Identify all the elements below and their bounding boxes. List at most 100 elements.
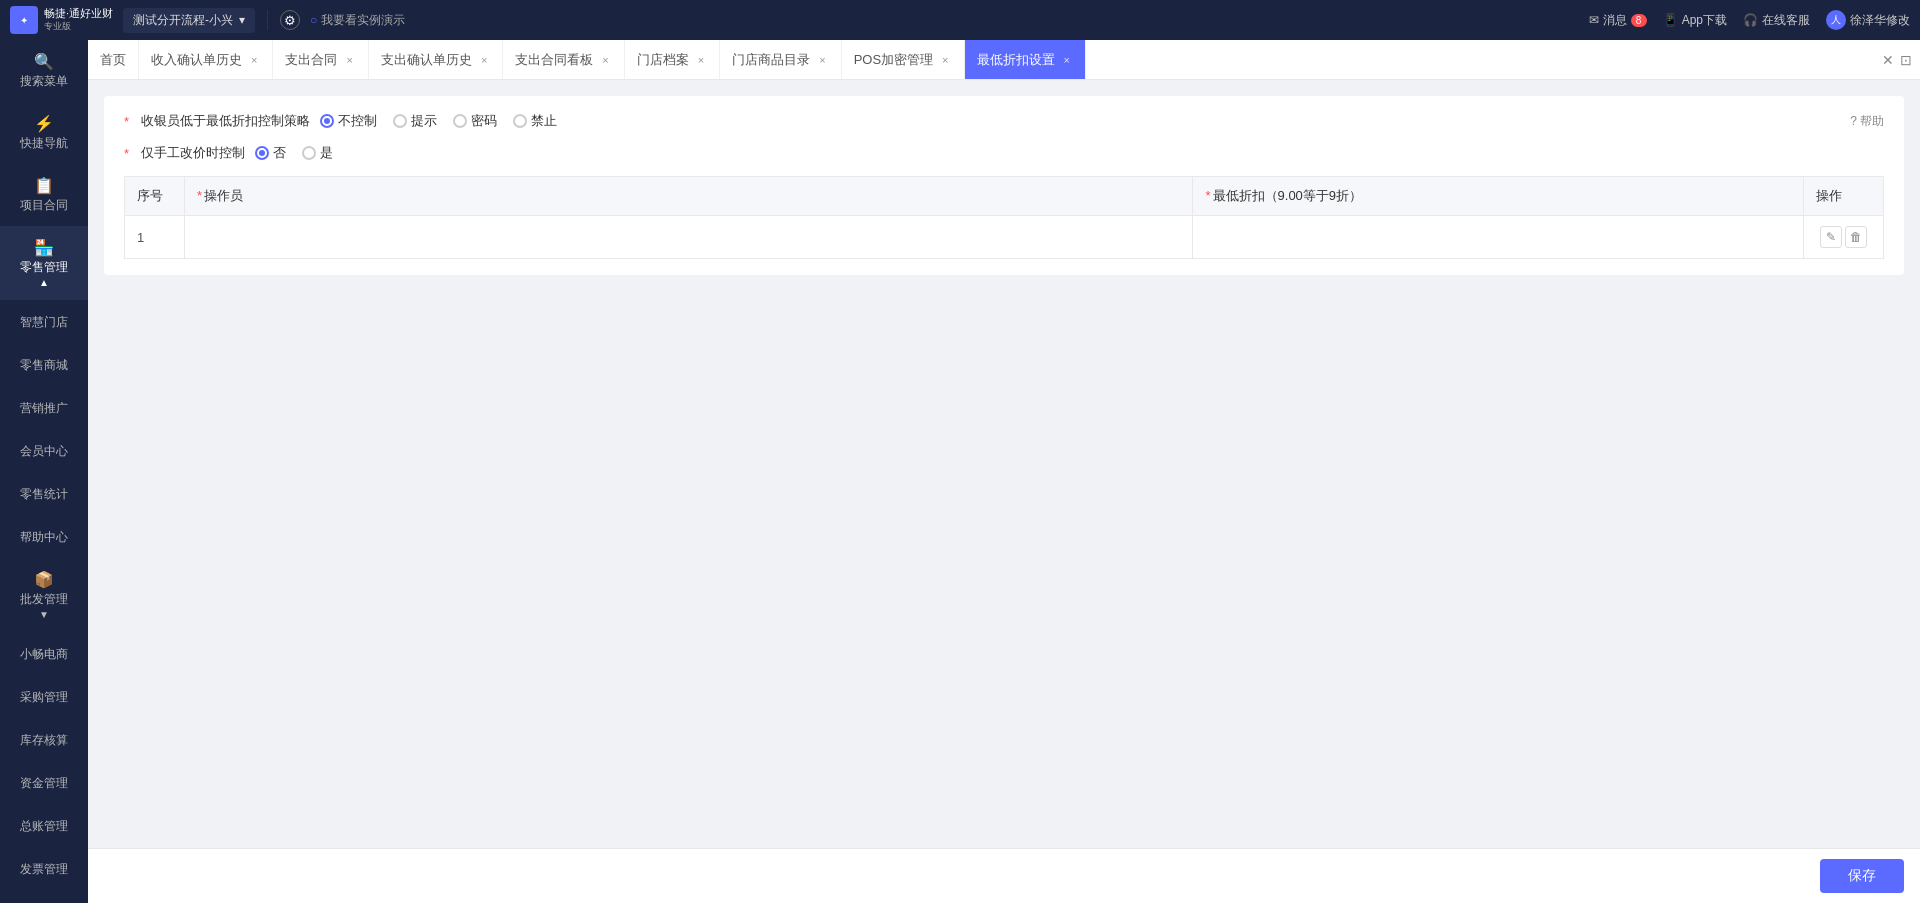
tab-close-payment-contract[interactable]: ×	[343, 53, 355, 67]
cell-action: ✎ 🗑	[1804, 216, 1884, 259]
cell-seq: 1	[125, 216, 185, 259]
save-button[interactable]: 保存	[1820, 859, 1904, 893]
option-remind[interactable]: 提示	[393, 112, 437, 130]
sidebar-item-smart-store[interactable]: 智慧门店	[0, 300, 88, 343]
control-strategy-row: * 收银员低于最低折扣控制策略 不控制 提示 密码	[124, 112, 1884, 130]
tab-income-history[interactable]: 收入确认单历史 ×	[139, 40, 273, 80]
sidebar-item-quick-nav[interactable]: ⚡ 快捷导航	[0, 102, 88, 164]
main-layout: 🔍 搜索菜单 ⚡ 快捷导航 📋 项目合同 🏪 零售管理 ▲ 智慧门店 零售商城 …	[0, 40, 1920, 903]
question-icon: ?	[1850, 114, 1857, 128]
tab-payment-board[interactable]: 支出合同看板 ×	[503, 40, 624, 80]
message-badge: 8	[1631, 14, 1647, 27]
sidebar-item-marketing[interactable]: 营销推广	[0, 386, 88, 429]
user-avatar-icon: 人	[1826, 10, 1846, 30]
tab-close-store-products[interactable]: ×	[816, 53, 828, 67]
message-icon: ✉	[1589, 13, 1599, 27]
tab-min-discount[interactable]: 最低折扣设置 ×	[965, 40, 1086, 80]
radio-yes[interactable]	[302, 146, 316, 160]
divider	[267, 10, 268, 30]
table-row: 1 ✎ 🗑	[125, 216, 1884, 259]
discount-table: 序号 *操作员 *最低折扣（9.00等于9折） 操作 1	[124, 176, 1884, 259]
cell-discount	[1193, 216, 1804, 259]
project-selector[interactable]: 测试分开流程-小兴 ▾	[123, 8, 255, 33]
required-star-manual: *	[124, 146, 129, 161]
tab-close-pos-password[interactable]: ×	[939, 53, 951, 67]
tab-close-store-files[interactable]: ×	[695, 53, 707, 67]
tab-store-files[interactable]: 门店档案 ×	[625, 40, 720, 80]
option-no[interactable]: 否	[255, 144, 286, 162]
table-body: 1 ✎ 🗑	[125, 216, 1884, 259]
sidebar-item-ledger-mgmt[interactable]: 总账管理	[0, 804, 88, 847]
top-bar-right: ✉ 消息 8 📱 App下载 🎧 在线客服 人 徐泽华修改	[1589, 10, 1910, 30]
col-header-seq: 序号	[125, 177, 185, 216]
delete-row-btn[interactable]: 🗑	[1845, 226, 1867, 248]
control-strategy-label: 收银员低于最低折扣控制策略	[141, 112, 310, 130]
help-link[interactable]: ? 帮助	[1850, 113, 1884, 130]
option-forbid[interactable]: 禁止	[513, 112, 557, 130]
tab-pos-password[interactable]: POS加密管理 ×	[842, 40, 965, 80]
table-header: 序号 *操作员 *最低折扣（9.00等于9折） 操作	[125, 177, 1884, 216]
settings-form-card: * 收银员低于最低折扣控制策略 不控制 提示 密码	[104, 96, 1904, 275]
col-header-discount: *最低折扣（9.00等于9折）	[1193, 177, 1804, 216]
sidebar: 🔍 搜索菜单 ⚡ 快捷导航 📋 项目合同 🏪 零售管理 ▲ 智慧门店 零售商城 …	[0, 40, 88, 903]
tab-home[interactable]: 首页	[88, 40, 139, 80]
radio-remind[interactable]	[393, 114, 407, 128]
tabs-bar-end: ✕ ⊡	[1874, 52, 1920, 68]
edit-row-btn[interactable]: ✎	[1820, 226, 1842, 248]
sidebar-item-invoice-mgmt[interactable]: 发票管理	[0, 847, 88, 890]
app-download-btn[interactable]: 📱 App下载	[1663, 12, 1727, 29]
sidebar-item-purchase-mgmt[interactable]: 采购管理	[0, 675, 88, 718]
sidebar-item-retail-stats[interactable]: 零售统计	[0, 472, 88, 515]
table-container: 序号 *操作员 *最低折扣（9.00等于9折） 操作 1	[124, 176, 1884, 259]
cell-operator	[185, 216, 1193, 259]
page-footer: 保存	[88, 848, 1920, 903]
sidebar-item-help-center[interactable]: 帮助中心	[0, 515, 88, 558]
top-bar: ✦ 畅捷·通好业财 专业版 测试分开流程-小兴 ▾ ⚙ ○ 我要看实例演示 ✉ …	[0, 0, 1920, 40]
content-area: 首页 收入确认单历史 × 支出合同 × 支出确认单历史 × 支出合同看板 × 门…	[88, 40, 1920, 903]
sidebar-item-wholesale-mgmt[interactable]: 📦 批发管理 ▼	[0, 558, 88, 632]
tab-close-income-history[interactable]: ×	[248, 53, 260, 67]
tab-expand-btn[interactable]: ⊡	[1900, 52, 1912, 68]
message-btn[interactable]: ✉ 消息 8	[1589, 12, 1647, 29]
option-password[interactable]: 密码	[453, 112, 497, 130]
tab-payment-history[interactable]: 支出确认单历史 ×	[369, 40, 503, 80]
online-service-btn[interactable]: 🎧 在线客服	[1743, 12, 1810, 29]
user-profile-btn[interactable]: 人 徐泽华修改	[1826, 10, 1910, 30]
control-strategy-options: 不控制 提示 密码 禁止	[320, 112, 557, 130]
logo-sub: 专业版	[44, 20, 113, 33]
demo-link[interactable]: ○ 我要看实例演示	[310, 12, 405, 29]
settings-icon[interactable]: ⚙	[280, 10, 300, 30]
headset-icon: 🎧	[1743, 13, 1758, 27]
app-logo: ✦ 畅捷·通好业财 专业版	[10, 6, 113, 34]
manual-price-row: * 仅手工改价时控制 否 是	[124, 144, 1884, 162]
radio-no-control[interactable]	[320, 114, 334, 128]
sidebar-item-retail-mall[interactable]: 零售商城	[0, 343, 88, 386]
tab-close-btn[interactable]: ✕	[1882, 52, 1894, 68]
sidebar-item-member-center[interactable]: 会员中心	[0, 429, 88, 472]
sidebar-item-inventory-calc[interactable]: 库存核算	[0, 718, 88, 761]
sidebar-item-fund-mgmt[interactable]: 资金管理	[0, 761, 88, 804]
radio-password[interactable]	[453, 114, 467, 128]
tab-store-products[interactable]: 门店商品目录 ×	[720, 40, 841, 80]
logo-name: 畅捷·通好业财	[44, 7, 113, 20]
tab-close-min-discount[interactable]: ×	[1061, 53, 1073, 67]
tabs-bar: 首页 收入确认单历史 × 支出合同 × 支出确认单历史 × 支出合同看板 × 门…	[88, 40, 1920, 80]
sidebar-item-project-contract[interactable]: 📋 项目合同	[0, 164, 88, 226]
sidebar-item-xiaochange-ecom[interactable]: 小畅电商	[0, 632, 88, 675]
sidebar-item-retail-mgmt[interactable]: 🏪 零售管理 ▲	[0, 226, 88, 300]
required-star-strategy: *	[124, 114, 129, 129]
page-content: * 收银员低于最低折扣控制策略 不控制 提示 密码	[88, 80, 1920, 848]
radio-forbid[interactable]	[513, 114, 527, 128]
tab-close-payment-board[interactable]: ×	[599, 53, 611, 67]
manual-price-label: 仅手工改价时控制	[141, 144, 245, 162]
tab-payment-contract[interactable]: 支出合同 ×	[273, 40, 368, 80]
sidebar-item-search-menu[interactable]: 🔍 搜索菜单	[0, 40, 88, 102]
sidebar-item-tax-mgmt[interactable]: 税务管理	[0, 890, 88, 903]
radio-no[interactable]	[255, 146, 269, 160]
tab-close-payment-history[interactable]: ×	[478, 53, 490, 67]
option-yes[interactable]: 是	[302, 144, 333, 162]
phone-icon: 📱	[1663, 13, 1678, 27]
chevron-down-icon: ▾	[239, 13, 245, 27]
option-no-control[interactable]: 不控制	[320, 112, 377, 130]
project-name: 测试分开流程-小兴	[133, 12, 233, 29]
